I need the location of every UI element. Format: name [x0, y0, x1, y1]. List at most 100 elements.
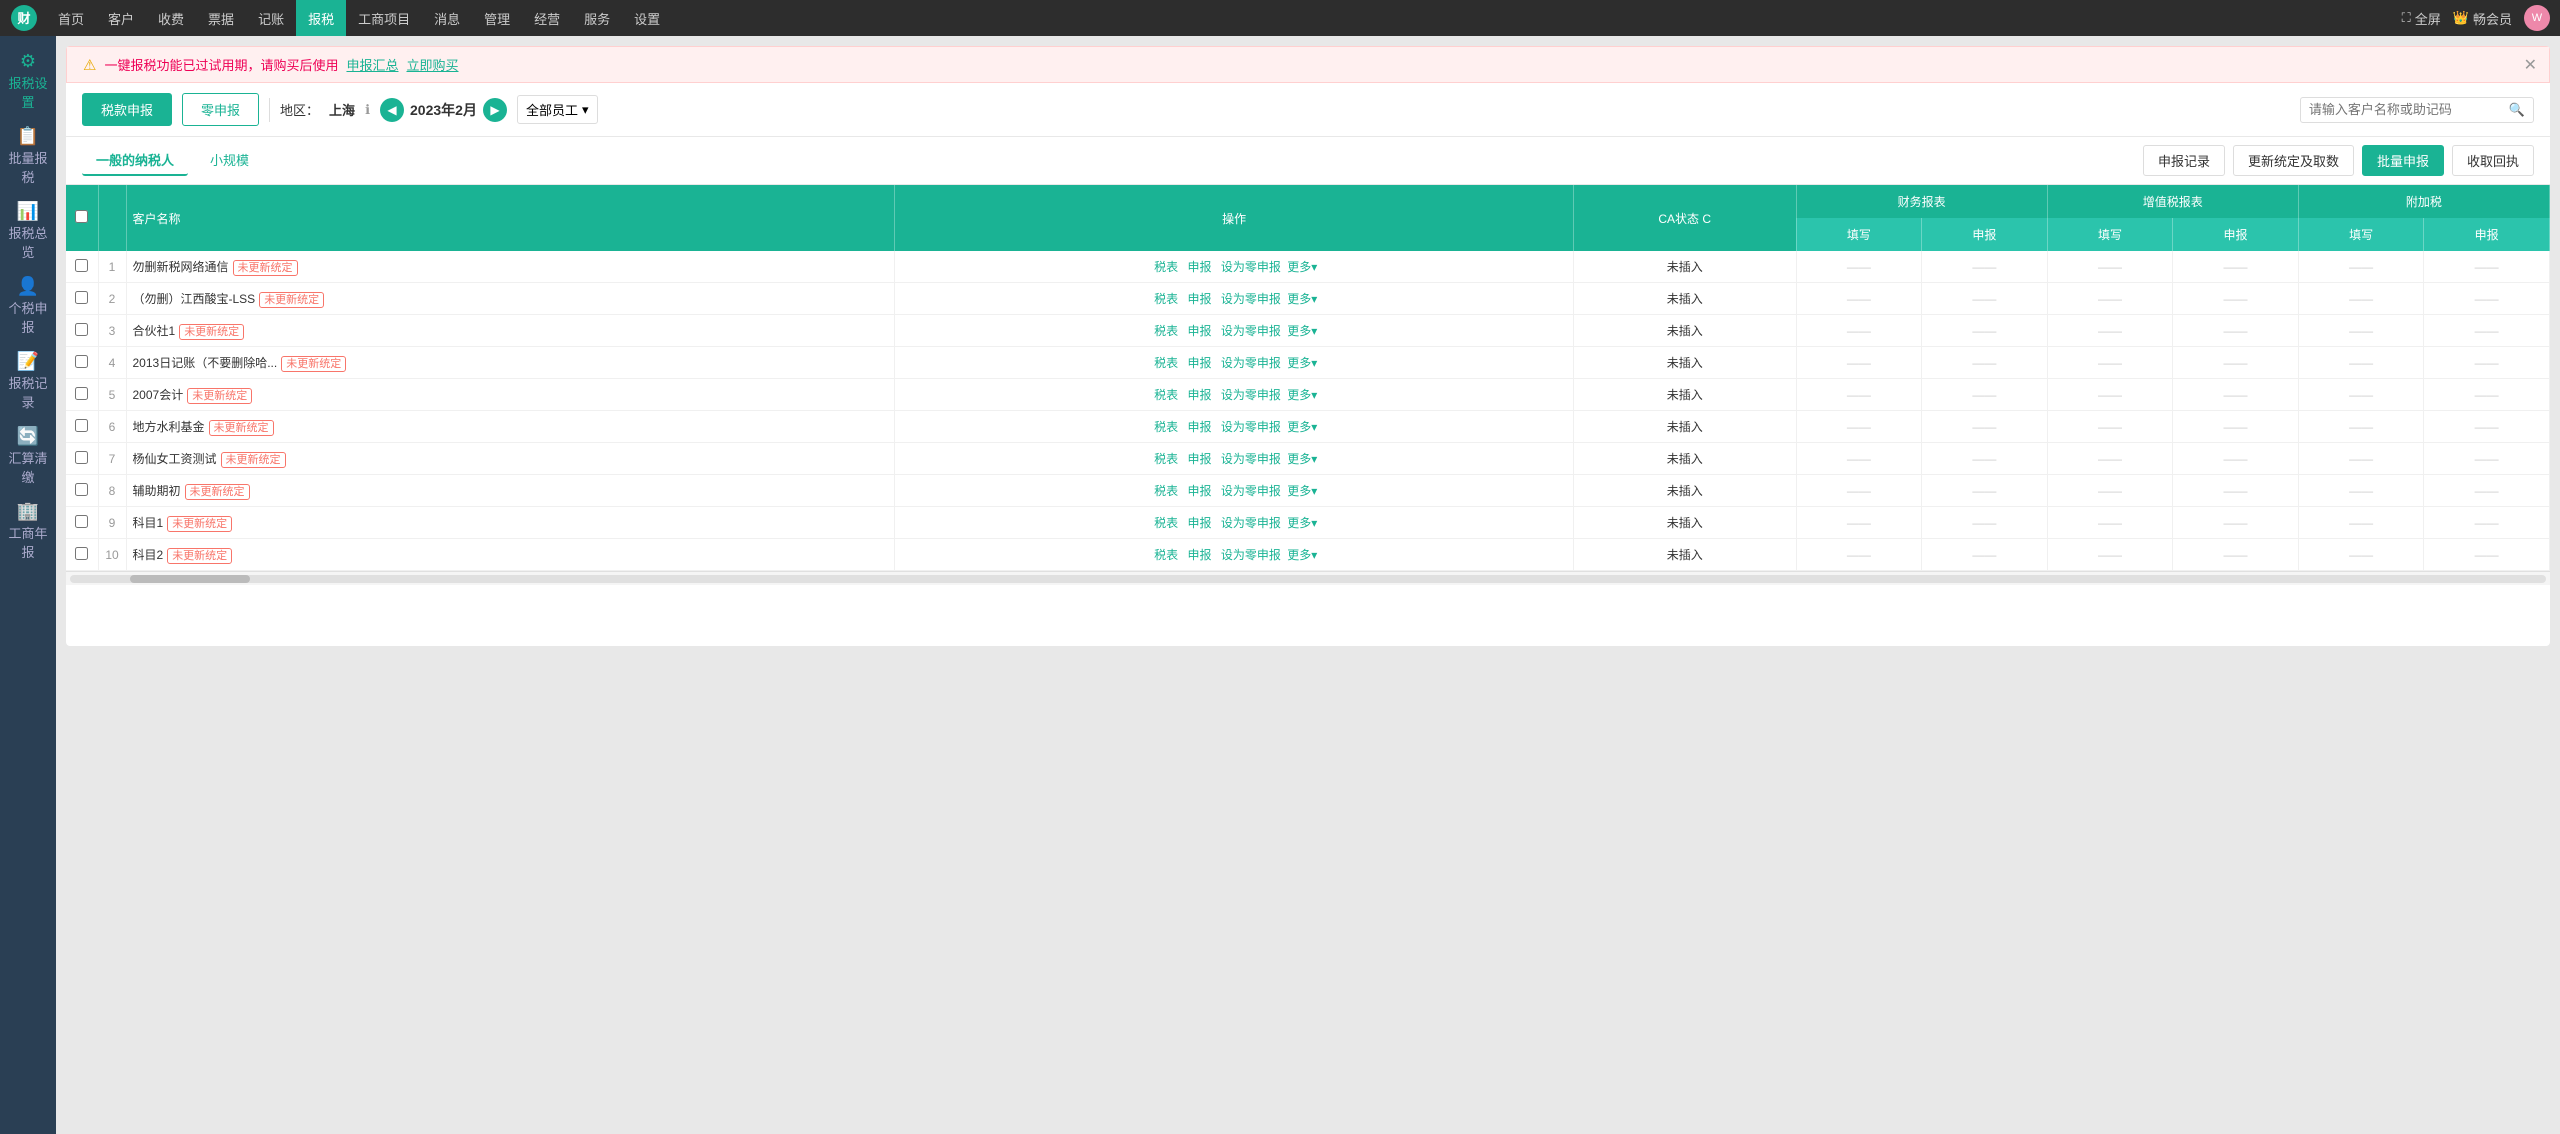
op-more[interactable]: 更多▾ — [1287, 484, 1317, 498]
op-tax-table[interactable]: 税表 — [1151, 514, 1181, 531]
scrollbar-thumb[interactable] — [130, 575, 250, 583]
row-checkbox[interactable] — [75, 483, 88, 496]
op-tax-table[interactable]: 税表 — [1151, 386, 1181, 403]
op-tax-table[interactable]: 税表 — [1151, 418, 1181, 435]
op-submit[interactable]: 申报 — [1184, 386, 1214, 403]
svg-text:财: 财 — [17, 11, 30, 26]
row-s1: —— — [1922, 347, 2048, 379]
row-checkbox[interactable] — [75, 547, 88, 560]
op-more[interactable]: 更多▾ — [1287, 324, 1317, 338]
tab-general-taxpayer[interactable]: 一般的纳税人 — [82, 145, 188, 176]
op-zero-submit[interactable]: 设为零申报 — [1218, 258, 1284, 275]
op-more[interactable]: 更多▾ — [1287, 260, 1317, 274]
op-more[interactable]: 更多▾ — [1287, 292, 1317, 306]
nav-invoice[interactable]: 票据 — [196, 0, 246, 36]
op-zero-submit[interactable]: 设为零申报 — [1218, 386, 1284, 403]
employee-select[interactable]: 全部员工 ▾ — [517, 95, 598, 124]
op-tax-table[interactable]: 税表 — [1151, 546, 1181, 563]
op-zero-submit[interactable]: 设为零申报 — [1218, 322, 1284, 339]
op-tax-table[interactable]: 税表 — [1151, 482, 1181, 499]
nav-billing[interactable]: 收费 — [146, 0, 196, 36]
op-submit[interactable]: 申报 — [1184, 354, 1214, 371]
op-submit[interactable]: 申报 — [1184, 514, 1214, 531]
row-checkbox[interactable] — [75, 419, 88, 432]
tab-zero-declaration[interactable]: 零申报 — [182, 93, 259, 126]
op-zero-submit[interactable]: 设为零申报 — [1218, 482, 1284, 499]
fullscreen-button[interactable]: ⛶ 全屏 — [2402, 9, 2441, 28]
personal-tax-icon: 👤 — [17, 277, 39, 295]
row-checkbox[interactable] — [75, 323, 88, 336]
batch-tax-icon: 📋 — [17, 127, 39, 145]
op-tax-table[interactable]: 税表 — [1151, 322, 1181, 339]
sidebar-item-settlement[interactable]: 🔄 汇算清缴 — [0, 419, 56, 494]
record-button[interactable]: 申报记录 — [2143, 145, 2225, 176]
nav-business[interactable]: 工商项目 — [346, 0, 422, 36]
select-all-checkbox[interactable] — [75, 210, 88, 223]
sidebar-item-tax-records[interactable]: 📝 报税记录 — [0, 344, 56, 419]
op-more[interactable]: 更多▾ — [1287, 548, 1317, 562]
horizontal-scrollbar[interactable] — [66, 571, 2550, 585]
op-zero-submit[interactable]: 设为零申报 — [1218, 290, 1284, 307]
search-box: 🔍 — [2300, 97, 2534, 123]
banner-link2[interactable]: 立即购买 — [406, 55, 458, 74]
nav-tax[interactable]: 报税 — [296, 0, 346, 36]
op-submit[interactable]: 申报 — [1184, 322, 1214, 339]
sidebar-item-tax-settings[interactable]: ⚙ 报税设置 — [0, 44, 56, 119]
nav-accounting[interactable]: 记账 — [246, 0, 296, 36]
op-more[interactable]: 更多▾ — [1287, 516, 1317, 530]
op-more[interactable]: 更多▾ — [1287, 356, 1317, 370]
row-checkbox[interactable] — [75, 451, 88, 464]
tab-tax-declaration[interactable]: 税款申报 — [82, 93, 172, 126]
row-checkbox[interactable] — [75, 387, 88, 400]
update-button[interactable]: 更新统定及取数 — [2233, 145, 2354, 176]
op-submit[interactable]: 申报 — [1184, 258, 1214, 275]
op-submit[interactable]: 申报 — [1184, 290, 1214, 307]
op-zero-submit[interactable]: 设为零申报 — [1218, 354, 1284, 371]
info-icon[interactable]: ℹ — [365, 102, 370, 118]
nav-client[interactable]: 客户 — [96, 0, 146, 36]
op-submit[interactable]: 申报 — [1184, 482, 1214, 499]
op-tax-table[interactable]: 税表 — [1151, 290, 1181, 307]
prev-month-button[interactable]: ◀ — [380, 98, 404, 122]
data-table: 客户名称 操作 CA状态 C 财务报表 增值税报表 附加税 填写 申报 填写 申… — [66, 185, 2550, 571]
banner-close-button[interactable]: ✕ — [2524, 55, 2537, 75]
tab-small-scale[interactable]: 小规模 — [196, 145, 263, 176]
op-submit[interactable]: 申报 — [1184, 546, 1214, 563]
op-tax-table[interactable]: 税表 — [1151, 354, 1181, 371]
batch-submit-button[interactable]: 批量申报 — [2362, 145, 2444, 176]
op-zero-submit[interactable]: 设为零申报 — [1218, 546, 1284, 563]
avatar[interactable]: W — [2524, 5, 2550, 31]
member-button[interactable]: 👑 畅会员 — [2453, 9, 2512, 28]
row-checkbox[interactable] — [75, 291, 88, 304]
sidebar-item-batch-tax[interactable]: 📋 批量报税 — [0, 119, 56, 194]
nav-settings[interactable]: 设置 — [622, 0, 672, 36]
op-zero-submit[interactable]: 设为零申报 — [1218, 418, 1284, 435]
op-submit[interactable]: 申报 — [1184, 450, 1214, 467]
op-submit[interactable]: 申报 — [1184, 418, 1214, 435]
op-tax-table[interactable]: 税表 — [1151, 258, 1181, 275]
nav-message[interactable]: 消息 — [422, 0, 472, 36]
search-input[interactable] — [2309, 102, 2509, 117]
op-tax-table[interactable]: 税表 — [1151, 450, 1181, 467]
banner-link1[interactable]: 申报汇总 — [346, 55, 398, 74]
op-more[interactable]: 更多▾ — [1287, 452, 1317, 466]
op-zero-submit[interactable]: 设为零申报 — [1218, 450, 1284, 467]
sidebar-item-tax-overview[interactable]: 📊 报税总览 — [0, 194, 56, 269]
row-checkbox[interactable] — [75, 259, 88, 272]
logo[interactable]: 财 — [10, 4, 38, 32]
row-checkbox[interactable] — [75, 355, 88, 368]
nav-service[interactable]: 服务 — [572, 0, 622, 36]
retrieve-button[interactable]: 收取回执 — [2452, 145, 2534, 176]
op-zero-submit[interactable]: 设为零申报 — [1218, 514, 1284, 531]
op-more[interactable]: 更多▾ — [1287, 420, 1317, 434]
sidebar-item-annual-report[interactable]: 🏢 工商年报 — [0, 494, 56, 569]
nav-home[interactable]: 首页 — [46, 0, 96, 36]
sidebar-item-personal-tax[interactable]: 👤 个税申报 — [0, 269, 56, 344]
nav-manage[interactable]: 管理 — [472, 0, 522, 36]
next-month-button[interactable]: ▶ — [483, 98, 507, 122]
row-f2: —— — [2047, 475, 2173, 507]
nav-operation[interactable]: 经营 — [522, 0, 572, 36]
row-checkbox[interactable] — [75, 515, 88, 528]
search-icon[interactable]: 🔍 — [2509, 102, 2525, 118]
op-more[interactable]: 更多▾ — [1287, 388, 1317, 402]
